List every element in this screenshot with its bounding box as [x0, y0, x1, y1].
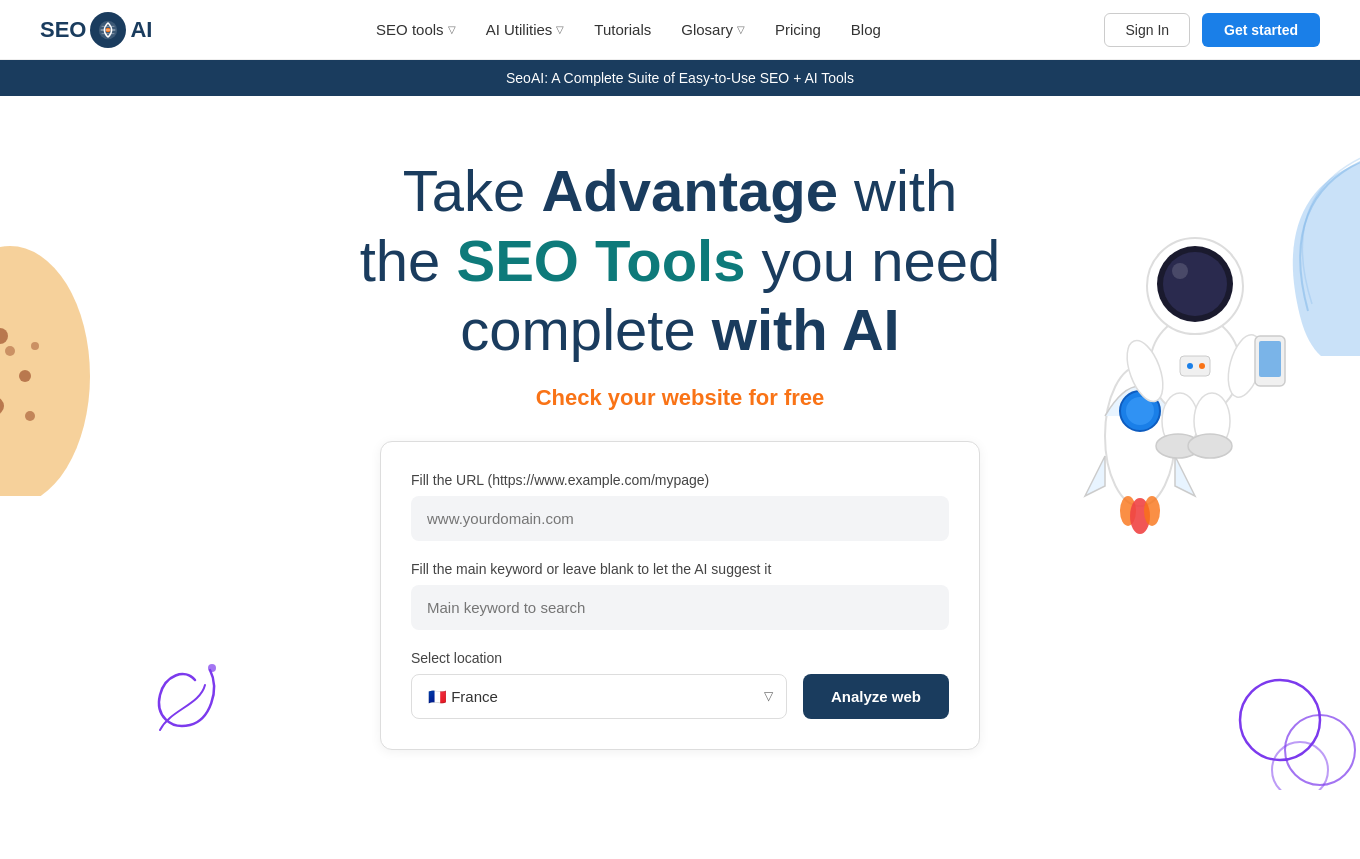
svg-point-7	[5, 346, 15, 356]
title-line3: complete with AI	[460, 297, 899, 362]
logo-seo-text: SEO	[40, 17, 86, 43]
nav-item-tutorials[interactable]: Tutorials	[594, 21, 651, 38]
chevron-down-icon: ▽	[556, 24, 564, 35]
getstarted-button[interactable]: Get started	[1202, 13, 1320, 47]
title-line1: Take Advantage with	[403, 158, 957, 223]
form-card: Fill the URL (https://www.example.com/my…	[380, 441, 980, 750]
nav-item-blog[interactable]: Blog	[851, 21, 881, 38]
logo-ai-text: AI	[130, 17, 152, 43]
svg-point-31	[1199, 363, 1205, 369]
chevron-down-icon: ▽	[448, 24, 456, 35]
keyword-label: Fill the main keyword or leave blank to …	[411, 561, 949, 577]
svg-point-19	[1163, 252, 1227, 316]
logo-icon	[90, 12, 126, 48]
location-row: 🇫🇷 France 🇺🇸 United States 🇬🇧 United Kin…	[411, 674, 949, 719]
announcement-bar: SeoAI: A Complete Suite of Easy-to-Use S…	[0, 60, 1360, 96]
nav-links: SEO tools ▽ AI Utilities ▽ Tutorials Glo…	[376, 21, 881, 38]
svg-point-20	[1172, 263, 1188, 279]
svg-point-32	[208, 664, 216, 672]
nav-item-pricing[interactable]: Pricing	[775, 21, 821, 38]
logo[interactable]: SEO AI	[40, 12, 152, 48]
chevron-down-icon: ▽	[737, 24, 745, 35]
url-label: Fill the URL (https://www.example.com/my…	[411, 472, 949, 488]
svg-point-4	[19, 370, 31, 382]
location-select-wrapper: 🇫🇷 France 🇺🇸 United States 🇬🇧 United Kin…	[411, 674, 787, 719]
nav-item-ai-utilities[interactable]: AI Utilities ▽	[486, 21, 565, 38]
svg-point-35	[1272, 742, 1328, 790]
nav-item-glosary[interactable]: Glosary ▽	[681, 21, 745, 38]
url-input[interactable]	[411, 496, 949, 541]
svg-point-9	[31, 342, 39, 350]
nav-actions: Sign In Get started	[1104, 13, 1320, 47]
svg-rect-24	[1259, 341, 1281, 377]
svg-point-6	[25, 411, 35, 421]
nav-item-seo-tools[interactable]: SEO tools ▽	[376, 21, 456, 38]
navbar: SEO AI SEO tools ▽ AI Utilities ▽	[0, 0, 1360, 60]
decorative-circles-right	[1220, 660, 1360, 790]
svg-point-15	[1144, 496, 1160, 526]
location-label: Select location	[411, 650, 949, 666]
svg-point-28	[1188, 434, 1232, 458]
hero-section: Take Advantage with the SEO Tools you ne…	[0, 96, 1360, 790]
svg-point-30	[1187, 363, 1193, 369]
analyze-button[interactable]: Analyze web	[803, 674, 949, 719]
svg-rect-29	[1180, 356, 1210, 376]
keyword-input[interactable]	[411, 585, 949, 630]
signin-button[interactable]: Sign In	[1104, 13, 1190, 47]
decorative-blob-left	[0, 176, 90, 496]
svg-point-33	[1240, 680, 1320, 760]
location-select[interactable]: 🇫🇷 France 🇺🇸 United States 🇬🇧 United Kin…	[411, 674, 787, 719]
svg-point-2	[0, 246, 90, 496]
decorative-swirl-left	[140, 650, 240, 750]
decorative-astronaut	[1040, 116, 1320, 540]
title-line2: the SEO Tools you need	[360, 228, 1000, 293]
